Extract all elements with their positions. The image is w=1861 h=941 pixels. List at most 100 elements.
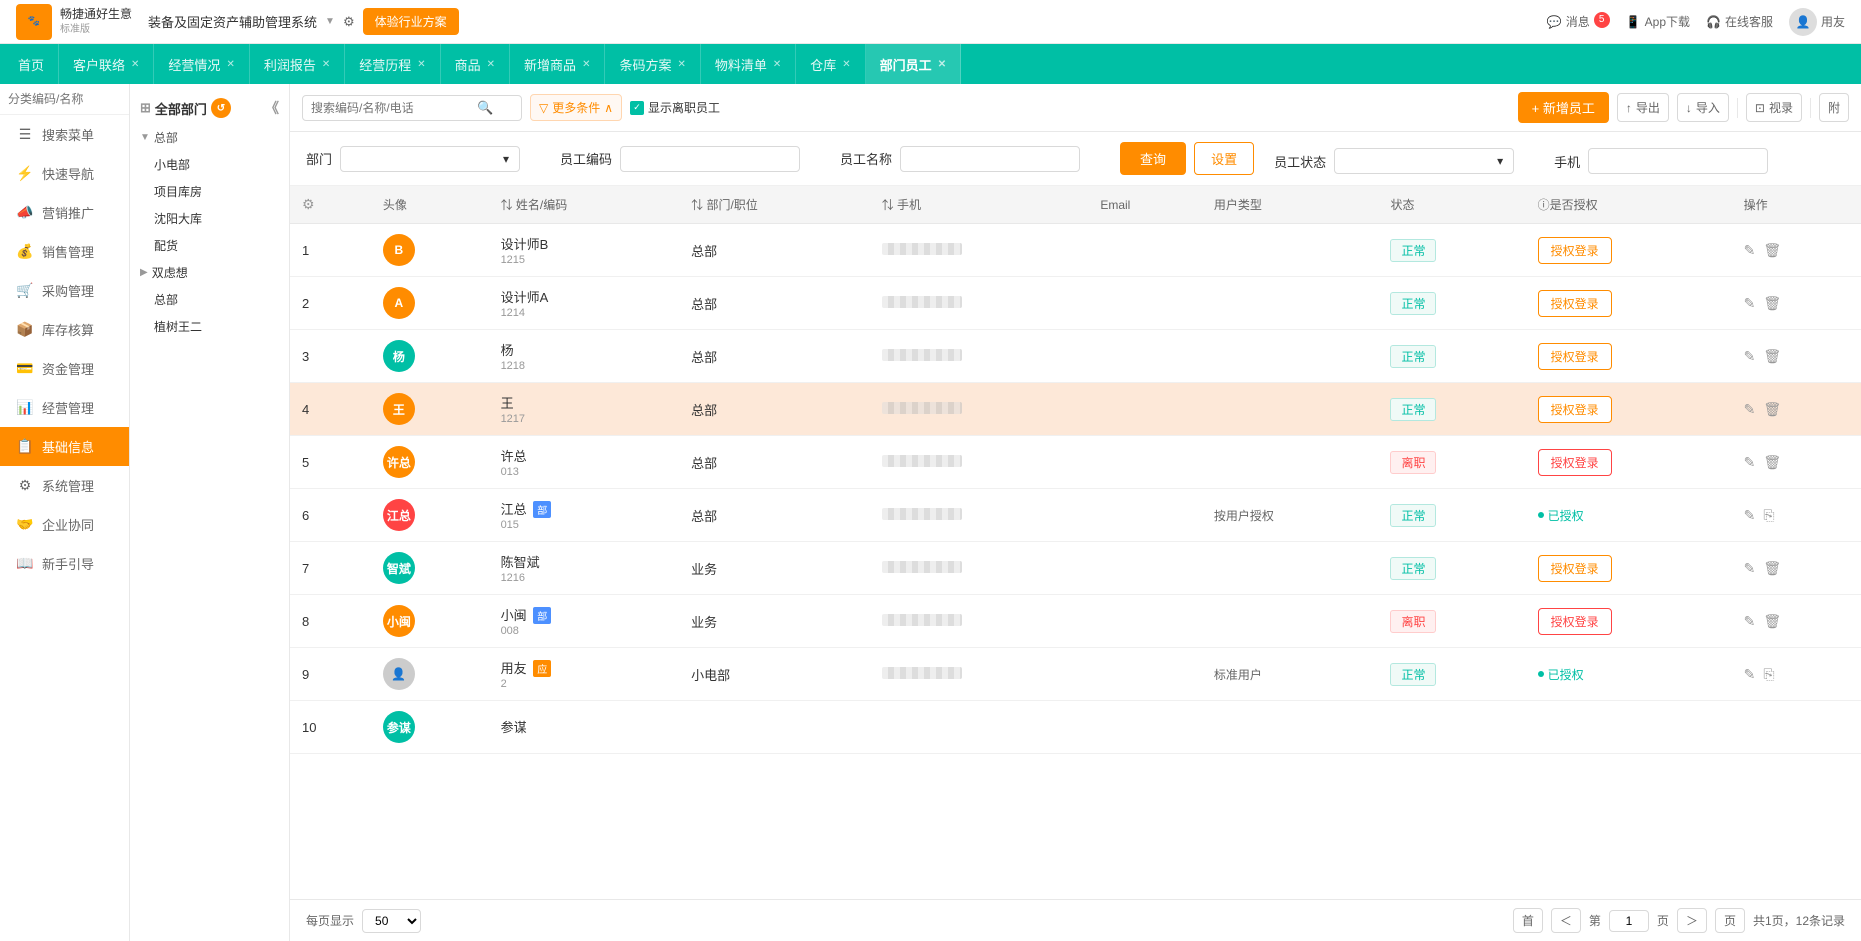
edit-icon[interactable]: ✎	[1744, 295, 1756, 312]
dept-item-zongbu[interactable]: ▼ 总部	[130, 124, 289, 151]
close-icon[interactable]: ✕	[487, 59, 495, 70]
col-settings[interactable]: ⚙	[290, 186, 371, 224]
column-settings-button[interactable]: 附	[1819, 93, 1849, 122]
sidebar-item-quicknav[interactable]: ⚡ 快速导航	[0, 154, 129, 193]
sidebar-item-collab[interactable]: 🤝 企业协同	[0, 505, 129, 544]
search-button[interactable]: 查询	[1120, 142, 1186, 175]
dept-item-projroom[interactable]: 项目库房	[130, 178, 289, 205]
export-button[interactable]: ↑ 导出	[1617, 93, 1669, 122]
sidebar-item-purchase[interactable]: 🛒 采购管理	[0, 271, 129, 310]
close-icon[interactable]: ✕	[677, 59, 685, 70]
last-page-button[interactable]: 页	[1715, 908, 1745, 933]
sidebar-item-business[interactable]: 📊 经营管理	[0, 388, 129, 427]
edit-icon[interactable]: ✎	[1744, 666, 1756, 683]
auth-login-button[interactable]: 授权登录	[1538, 608, 1612, 635]
close-icon[interactable]: ✕	[773, 59, 781, 70]
phone-filter-input[interactable]	[1588, 148, 1768, 174]
prev-page-button[interactable]: ＜	[1551, 908, 1581, 933]
auth-login-button[interactable]: 授权登录	[1538, 343, 1612, 370]
dept-item-zongbu2[interactable]: 总部	[130, 286, 289, 313]
dept-item-zhishu[interactable]: 植树王二	[130, 313, 289, 340]
tab-add-goods[interactable]: 新增商品 ✕	[510, 44, 605, 84]
next-page-button[interactable]: ＞	[1677, 908, 1707, 933]
empcode-filter-input[interactable]	[620, 146, 800, 172]
tab-profit[interactable]: 利润报告 ✕	[250, 44, 345, 84]
empname-filter-input[interactable]	[900, 146, 1080, 172]
delete-icon[interactable]: 🗑	[1763, 295, 1781, 312]
per-page-select[interactable]: 50 100 200	[362, 909, 421, 933]
edit-icon[interactable]: ✎	[1744, 560, 1756, 577]
edit-icon[interactable]: ✎	[1744, 507, 1756, 524]
tab-home[interactable]: 首页	[8, 44, 59, 84]
app-download-btn[interactable]: 📱 App下载	[1626, 13, 1690, 30]
sidebar-item-guide[interactable]: 📖 新手引导	[0, 544, 129, 583]
tab-barcode[interactable]: 条码方案 ✕	[605, 44, 700, 84]
tab-bom[interactable]: 物料清单 ✕	[701, 44, 796, 84]
close-icon[interactable]: ✕	[226, 59, 234, 70]
edit-icon[interactable]: ✎	[1744, 348, 1756, 365]
delete-icon[interactable]: 🗑	[1763, 242, 1781, 259]
dropdown-arrow-icon[interactable]: ▼	[325, 16, 335, 27]
auth-login-button[interactable]: 授权登录	[1538, 396, 1612, 423]
dept-item-shenyang[interactable]: 沈阳大库	[130, 205, 289, 232]
auth-login-button[interactable]: 授权登录	[1538, 290, 1612, 317]
close-icon[interactable]: ✕	[842, 59, 850, 70]
auth-login-button[interactable]: 授权登录	[1538, 555, 1612, 582]
delete-icon[interactable]: 🗑	[1763, 613, 1781, 630]
col-name-code[interactable]: ⇅ 姓名/编码	[489, 186, 680, 224]
dept-refresh-btn[interactable]: ↺	[211, 98, 231, 118]
sidebar-item-inventory[interactable]: 📦 库存核算	[0, 310, 129, 349]
tab-goods[interactable]: 商品 ✕	[441, 44, 510, 84]
page-number-input[interactable]	[1609, 910, 1649, 932]
sidebar-item-marketing[interactable]: 📣 营销推广	[0, 193, 129, 232]
tab-operation[interactable]: 经营情况 ✕	[154, 44, 249, 84]
tab-customer[interactable]: 客户联络 ✕	[59, 44, 154, 84]
dept-item-shuangluxiang[interactable]: ▶ 双虑想	[130, 259, 289, 286]
tab-dept-staff[interactable]: 部门员工 ✕	[866, 44, 961, 84]
close-icon[interactable]: ✕	[322, 59, 330, 70]
copy-icon[interactable]: ⎘	[1763, 507, 1774, 524]
col-phone[interactable]: ⇅ 手机	[870, 186, 1089, 224]
message-btn[interactable]: 💬 消息 5	[1547, 13, 1610, 30]
user-area[interactable]: 👤 用友	[1789, 8, 1845, 36]
first-page-button[interactable]: 首	[1513, 908, 1543, 933]
view-button[interactable]: ⊡ 视录	[1746, 93, 1802, 122]
sidebar-item-basic[interactable]: 📋 基础信息	[0, 427, 129, 466]
close-icon[interactable]: ✕	[582, 59, 590, 70]
search-icon[interactable]: 🔍	[477, 100, 493, 116]
tab-process[interactable]: 经营历程 ✕	[345, 44, 440, 84]
sidebar-item-system[interactable]: ⚙ 系统管理	[0, 466, 129, 505]
settings-icon[interactable]: ⚙	[343, 14, 355, 30]
dept-item-xiaodibu[interactable]: 小电部	[130, 151, 289, 178]
auth-login-button[interactable]: 授权登录	[1538, 237, 1612, 264]
col-dept-position[interactable]: ⇅ 部门/职位	[679, 186, 870, 224]
online-service-btn[interactable]: 🎧 在线客服	[1706, 13, 1773, 30]
tab-warehouse[interactable]: 仓库 ✕	[796, 44, 865, 84]
edit-icon[interactable]: ✎	[1744, 613, 1756, 630]
show-resigned-toggle[interactable]: ✓ 显示离职员工	[630, 99, 720, 116]
delete-icon[interactable]: 🗑	[1763, 560, 1781, 577]
close-icon[interactable]: ✕	[417, 59, 425, 70]
reset-button[interactable]: 设置	[1194, 142, 1254, 175]
more-filter-btn[interactable]: ▽ 更多条件 ∧	[530, 94, 622, 121]
sidebar-item-sales[interactable]: 💰 销售管理	[0, 232, 129, 271]
trial-button[interactable]: 体验行业方案	[363, 8, 459, 35]
settings-col-icon[interactable]: ⚙	[302, 196, 315, 212]
sidebar-search-input[interactable]	[8, 92, 130, 106]
delete-icon[interactable]: 🗑	[1763, 454, 1781, 471]
dept-filter-select[interactable]: ▾	[340, 146, 520, 172]
close-icon[interactable]: ✕	[938, 59, 946, 70]
add-employee-button[interactable]: + 新增员工	[1518, 92, 1609, 123]
sidebar-item-finance[interactable]: 💳 资金管理	[0, 349, 129, 388]
edit-icon[interactable]: ✎	[1744, 401, 1756, 418]
import-button[interactable]: ↓ 导入	[1677, 93, 1729, 122]
search-input[interactable]	[311, 101, 471, 115]
sidebar-item-search[interactable]: ☰ 搜索菜单	[0, 115, 129, 154]
delete-icon[interactable]: 🗑	[1763, 401, 1781, 418]
edit-icon[interactable]: ✎	[1744, 242, 1756, 259]
copy-icon[interactable]: ⎘	[1763, 666, 1774, 683]
dept-collapse-icon[interactable]: 《	[265, 98, 279, 118]
auth-login-button[interactable]: 授权登录	[1538, 449, 1612, 476]
dept-item-peihuo[interactable]: 配货	[130, 232, 289, 259]
edit-icon[interactable]: ✎	[1744, 454, 1756, 471]
